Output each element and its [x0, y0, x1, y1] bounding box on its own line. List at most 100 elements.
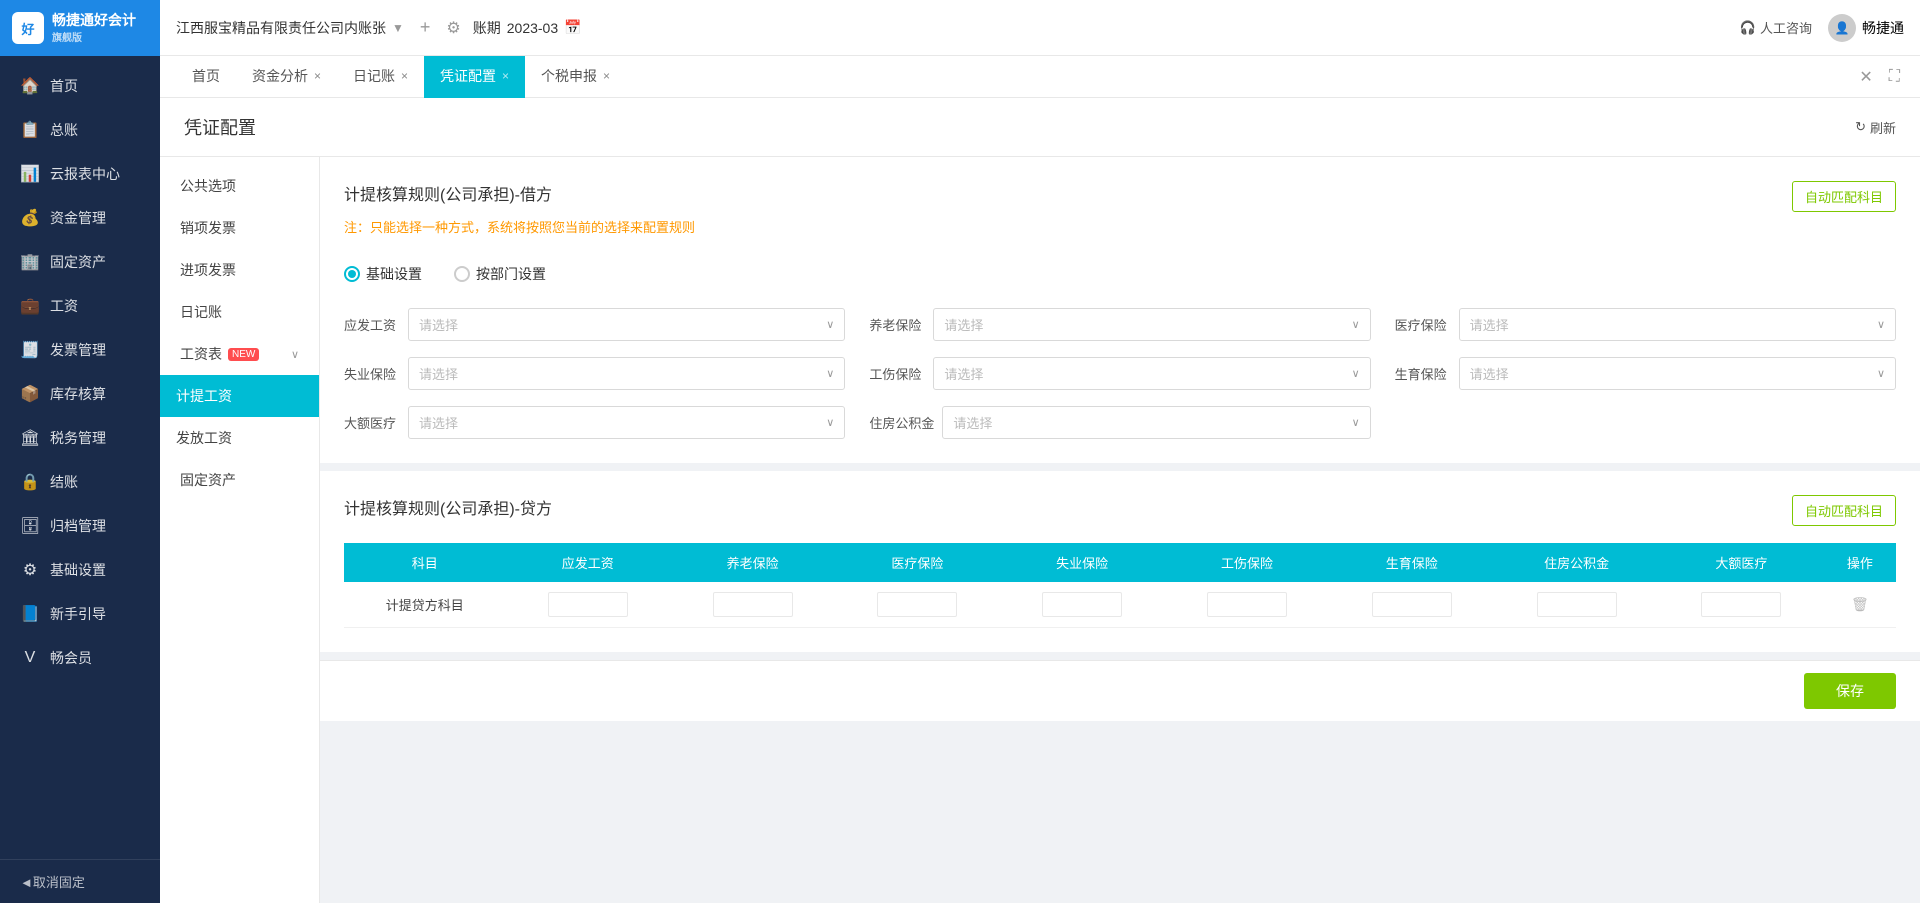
topbar-right: 🎧 人工咨询 👤 畅捷通 [1740, 14, 1904, 42]
select-medical[interactable]: 请选择 ∨ [1459, 308, 1896, 341]
tab-voucher-close[interactable]: × [502, 69, 509, 83]
left-nav: 公共选项 销项发票 进项发票 日记账 工资表 NEW ∨ 计提工资 [160, 157, 320, 903]
sidebar-item-reports[interactable]: 📊 云报表中心 [0, 152, 160, 196]
left-nav-purchase[interactable]: 进项发票 [160, 249, 319, 291]
cell-unemployment[interactable] [1000, 582, 1165, 628]
col-unemployment: 失业保险 [1000, 543, 1165, 582]
input-housing-fund[interactable] [1537, 592, 1617, 617]
form-item-large-medical: 大额医疗 请选择 ∨ [344, 406, 845, 439]
left-nav-salary-accrual[interactable]: 计提工资 [160, 375, 319, 417]
cell-work-injury[interactable] [1165, 582, 1330, 628]
cell-pension[interactable] [670, 582, 835, 628]
sidebar-item-invoice[interactable]: 🧾 发票管理 [0, 328, 160, 372]
select-work-injury[interactable]: 请选择 ∨ [933, 357, 1370, 390]
save-button[interactable]: 保存 [1804, 673, 1896, 709]
tab-voucher[interactable]: 凭证配置 × [424, 56, 525, 98]
left-nav-public[interactable]: 公共选项 [160, 165, 319, 207]
sidebar-item-member[interactable]: V 畅会员 [0, 636, 160, 680]
tabs-bar: 首页 资金分析 × 日记账 × 凭证配置 × 个税申报 × ✕ ⛶ [160, 56, 1920, 98]
sidebar-item-salary[interactable]: 💼 工资 [0, 284, 160, 328]
input-medical[interactable] [877, 592, 957, 617]
cell-housing-fund[interactable] [1494, 582, 1659, 628]
sidebar-item-assets[interactable]: 🏢 固定资产 [0, 240, 160, 284]
debit-form-grid: 应发工资 请选择 ∨ 养老保险 请选择 ∨ [344, 308, 1896, 439]
delete-row-icon[interactable]: 🗑 [1851, 596, 1869, 612]
tab-close-icon[interactable]: ✕ [1855, 63, 1876, 91]
tab-tax-close[interactable]: × [603, 69, 610, 83]
left-nav-fixed-assets[interactable]: 固定资产 [160, 459, 319, 501]
select-payable-salary[interactable]: 请选择 ∨ [408, 308, 845, 341]
input-payable-salary[interactable] [548, 592, 628, 617]
content-inner: 计提核算规则(公司承担)-借方 注：只能选择一种方式，系统将按照您当前的选择来配… [320, 157, 1920, 903]
cell-maternity[interactable] [1329, 582, 1494, 628]
sidebar-item-settings[interactable]: ⚙ 基础设置 [0, 548, 160, 592]
left-nav-journal[interactable]: 日记账 [160, 291, 319, 333]
new-badge: NEW [228, 348, 259, 361]
refresh-icon: ↻ [1855, 119, 1866, 135]
form-item-unemployment: 失业保险 请选择 ∨ [344, 357, 845, 390]
period-selector[interactable]: 账期 2023-03 📅 [473, 18, 582, 38]
credit-auto-match-button[interactable]: 自动匹配科目 [1792, 495, 1896, 526]
sidebar-item-inventory[interactable]: 📦 库存核算 [0, 372, 160, 416]
content: 凭证配置 ↻ 刷新 公共选项 销项发票 进项发票 日记账 [160, 98, 1920, 903]
tab-tax[interactable]: 个税申报 × [525, 56, 626, 98]
debit-radio-group: 基础设置 按部门设置 [344, 264, 1896, 284]
select-arrow-icon: ∨ [1352, 416, 1360, 429]
input-large-medical[interactable] [1701, 592, 1781, 617]
tab-journal-close[interactable]: × [401, 69, 408, 83]
radio-basic[interactable]: 基础设置 [344, 264, 422, 284]
sidebar-item-archive[interactable]: 🗄 归档管理 [0, 504, 160, 548]
radio-dept[interactable]: 按部门设置 [454, 264, 546, 284]
sidebar-item-ledger[interactable]: 📋 总账 [0, 108, 160, 152]
left-nav-sales[interactable]: 销项发票 [160, 207, 319, 249]
home-icon: 🏠 [20, 76, 40, 96]
cell-medical[interactable] [835, 582, 1000, 628]
sidebar-unpin-button[interactable]: ◄取消固定 [0, 859, 160, 903]
col-medical: 医疗保险 [835, 543, 1000, 582]
select-unemployment[interactable]: 请选择 ∨ [408, 357, 845, 390]
radio-dept-circle [454, 266, 470, 282]
left-nav-salary-payment[interactable]: 发放工资 [160, 417, 319, 459]
input-maternity[interactable] [1372, 592, 1452, 617]
content-footer: 保存 [320, 660, 1920, 721]
headphone-icon: 🎧 [1740, 20, 1756, 36]
service-button[interactable]: 🎧 人工咨询 [1740, 18, 1812, 37]
tab-expand-icon[interactable]: ⛶ [1885, 64, 1904, 90]
sidebar-item-guide[interactable]: 📘 新手引导 [0, 592, 160, 636]
credit-table: 科目 应发工资 养老保险 医疗保险 失业保险 工伤保险 生育保险 住房公积金 大 [344, 543, 1896, 628]
tab-fund-close[interactable]: × [314, 69, 321, 83]
sidebar-item-fund[interactable]: 💰 资金管理 [0, 196, 160, 240]
select-arrow-icon: ∨ [826, 416, 834, 429]
tab-fund[interactable]: 资金分析 × [236, 56, 337, 98]
sidebar-nav: 🏠 首页 📋 总账 📊 云报表中心 💰 资金管理 🏢 固定资产 💼 工资 🧾 发… [0, 56, 160, 859]
cell-large-medical[interactable] [1659, 582, 1824, 628]
select-maternity[interactable]: 请选择 ∨ [1459, 357, 1896, 390]
sidebar-item-home[interactable]: 🏠 首页 [0, 64, 160, 108]
cell-payable-salary[interactable] [505, 582, 670, 628]
archive-icon: 🗄 [20, 516, 40, 536]
settings-gear-icon[interactable]: ⚙ [446, 18, 460, 38]
fund-icon: 💰 [20, 208, 40, 228]
company-selector[interactable]: 江西服宝精品有限责任公司内账张 ▼ [176, 18, 404, 38]
select-large-medical[interactable]: 请选择 ∨ [408, 406, 845, 439]
select-pension[interactable]: 请选择 ∨ [933, 308, 1370, 341]
assets-icon: 🏢 [20, 252, 40, 272]
input-work-injury[interactable] [1207, 592, 1287, 617]
sidebar-item-close[interactable]: 🔒 结账 [0, 460, 160, 504]
refresh-button[interactable]: ↻ 刷新 [1855, 118, 1896, 137]
credit-section-header: 计提核算规则(公司承担)-贷方 自动匹配科目 [344, 495, 1896, 531]
calendar-icon: 📅 [564, 19, 581, 36]
tab-journal[interactable]: 日记账 × [337, 56, 424, 98]
select-housing-fund[interactable]: 请选择 ∨ [942, 406, 1370, 439]
input-unemployment[interactable] [1042, 592, 1122, 617]
tab-home[interactable]: 首页 [176, 56, 236, 98]
add-button[interactable]: + [416, 13, 435, 42]
debit-auto-match-button[interactable]: 自动匹配科目 [1792, 181, 1896, 212]
credit-section: 计提核算规则(公司承担)-贷方 自动匹配科目 科目 应发工资 养老保险 [320, 471, 1920, 660]
input-pension[interactable] [713, 592, 793, 617]
user-menu[interactable]: 👤 畅捷通 [1828, 14, 1904, 42]
page-header: 凭证配置 ↻ 刷新 [160, 98, 1920, 157]
settings-icon: ⚙ [20, 560, 40, 580]
left-nav-salary-table[interactable]: 工资表 NEW ∨ [160, 333, 319, 375]
sidebar-item-tax[interactable]: 🏛 税务管理 [0, 416, 160, 460]
